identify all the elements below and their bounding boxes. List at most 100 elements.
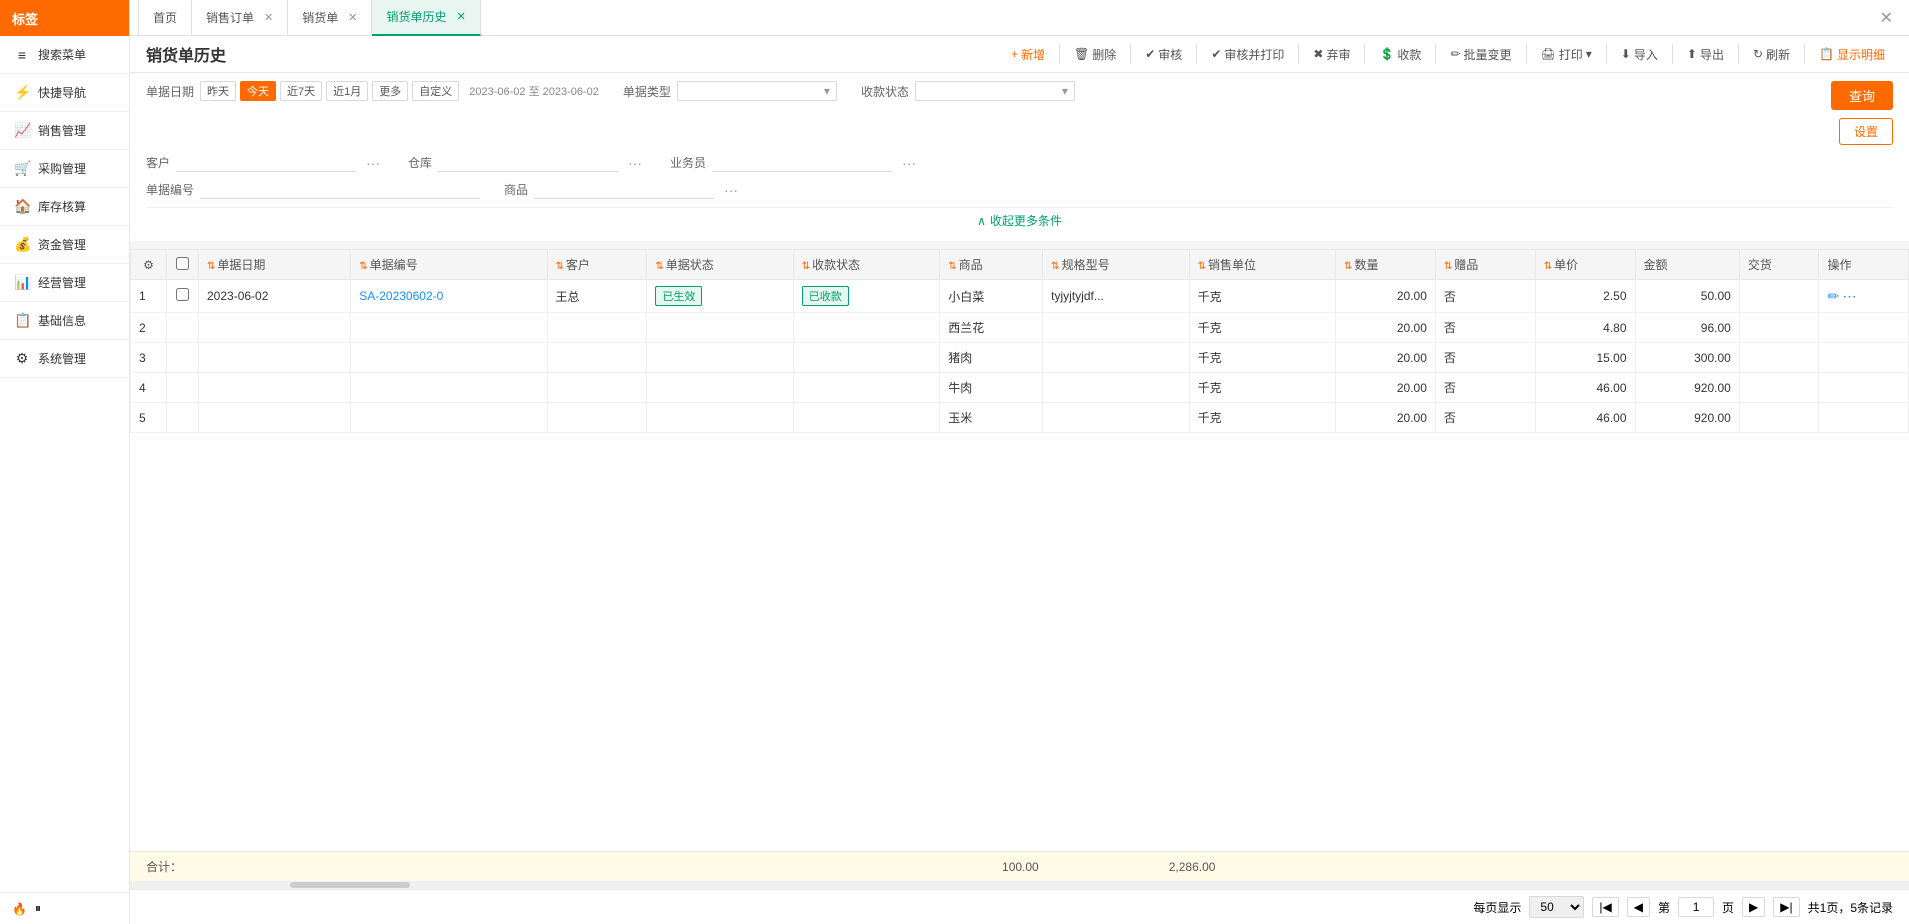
show-detail-button[interactable]: 📋 显示明细 xyxy=(1811,43,1893,66)
row-doc-status xyxy=(647,313,793,343)
date-btn-more[interactable]: 更多 xyxy=(372,81,408,101)
close-tab-sales-history[interactable]: ✕ xyxy=(457,10,466,23)
row-spec: tyjyjtyjdf... xyxy=(1043,280,1189,313)
tab-sales-goods-label: 销货单 xyxy=(302,9,338,26)
sidebar-item-inventory[interactable]: 🏠 库存核算 xyxy=(0,188,129,226)
date-btn-custom[interactable]: 自定义 xyxy=(412,81,459,101)
col-gift[interactable]: ⇅赠品 xyxy=(1435,250,1535,280)
last-page-button[interactable]: ▶| xyxy=(1773,897,1799,917)
doc-type-select[interactable]: ▾ xyxy=(677,81,837,101)
row-checkbox[interactable] xyxy=(167,280,199,313)
tab-sales-history[interactable]: 销货单历史 ✕ xyxy=(372,0,480,36)
col-unit[interactable]: ⇅销售单位 xyxy=(1189,250,1335,280)
row-qty: 20.00 xyxy=(1336,313,1436,343)
scrollbar-thumb[interactable] xyxy=(290,882,410,888)
goods-input[interactable] xyxy=(534,180,714,199)
close-all-tabs[interactable]: ✕ xyxy=(1872,8,1901,28)
sidebar-item-sales[interactable]: 📈 销售管理 xyxy=(0,112,129,150)
export-button[interactable]: ⬆ 导出 xyxy=(1679,43,1732,66)
first-page-button[interactable]: |◀ xyxy=(1592,897,1618,917)
abandon-button[interactable]: ✖ 弃审 xyxy=(1305,43,1358,66)
row-amount: 50.00 xyxy=(1635,280,1739,313)
batch-change-button[interactable]: ✏ 批量变更 xyxy=(1442,43,1519,66)
col-payment-status[interactable]: ⇅收款状态 xyxy=(793,250,939,280)
col-doc-status[interactable]: ⇅单据状态 xyxy=(647,250,793,280)
customer-pick-icon[interactable]: ··· xyxy=(362,155,384,171)
pause-icon[interactable]: ⏸ xyxy=(35,901,41,916)
date-btn-yesterday[interactable]: 昨天 xyxy=(200,81,236,101)
sidebar-item-system[interactable]: ⚙ 系统管理 xyxy=(0,340,129,378)
horizontal-scrollbar[interactable] xyxy=(130,881,1909,889)
row-gift: 否 xyxy=(1435,403,1535,433)
col-doc-no[interactable]: ⇅单据编号 xyxy=(351,250,547,280)
row-doc-no: SA-20230602-0 xyxy=(351,280,547,313)
tab-home[interactable]: 首页 xyxy=(138,0,192,36)
divider xyxy=(1298,44,1299,64)
warehouse-pick-icon[interactable]: ··· xyxy=(624,155,646,171)
tab-sales-order[interactable]: 销售订单 ✕ xyxy=(192,0,288,36)
payment-status-select[interactable]: ▾ xyxy=(915,81,1075,101)
col-goods[interactable]: ⇅商品 xyxy=(940,250,1043,280)
more-action-icon[interactable]: ⋯ xyxy=(1843,288,1857,304)
page-number-input[interactable] xyxy=(1678,897,1714,917)
divider xyxy=(1196,44,1197,64)
prev-page-button[interactable]: ◀ xyxy=(1627,897,1650,917)
col-date[interactable]: ⇅单据日期 xyxy=(199,250,351,280)
sidebar-item-finance[interactable]: 💰 资金管理 xyxy=(0,226,129,264)
col-checkbox[interactable] xyxy=(167,250,199,280)
table-row: 4牛肉千克20.00否46.00920.00 xyxy=(131,373,1909,403)
set-button[interactable]: 设置 xyxy=(1839,118,1893,145)
new-button[interactable]: + 新增 xyxy=(1003,43,1053,66)
print-button[interactable]: 🖨 打印 ▾ xyxy=(1533,43,1600,66)
filter-payment-status: 收款状态 ▾ xyxy=(861,81,1075,101)
collect-button[interactable]: 💲 收款 xyxy=(1371,43,1429,66)
next-page-button[interactable]: ▶ xyxy=(1742,897,1765,917)
goods-pick-icon[interactable]: ··· xyxy=(720,182,742,198)
tab-sales-goods[interactable]: 销货单 ✕ xyxy=(288,0,372,36)
warehouse-input[interactable] xyxy=(438,153,618,172)
salesperson-pick-icon[interactable]: ··· xyxy=(898,155,920,171)
divider xyxy=(1672,44,1673,64)
edit-action-icon[interactable]: ✏ xyxy=(1827,288,1839,304)
doc-type-label: 单据类型 xyxy=(623,83,671,100)
row-checkbox[interactable] xyxy=(167,403,199,433)
query-button[interactable]: 查询 xyxy=(1831,81,1893,110)
row-checkbox[interactable] xyxy=(167,343,199,373)
customer-input[interactable] xyxy=(176,153,356,172)
row-action xyxy=(1819,313,1909,343)
col-price[interactable]: ⇅单价 xyxy=(1535,250,1635,280)
doc-no-input[interactable] xyxy=(200,180,480,199)
import-button[interactable]: ⬇ 导入 xyxy=(1613,43,1666,66)
close-tab-sales-goods[interactable]: ✕ xyxy=(348,11,357,24)
date-btn-today[interactable]: 今天 xyxy=(240,81,276,101)
sidebar-item-search[interactable]: ≡ 搜索菜单 xyxy=(0,36,129,74)
audit-print-button[interactable]: ✔ 审核并打印 xyxy=(1203,43,1292,66)
fire-icon[interactable]: 🔥 xyxy=(12,902,27,916)
col-customer[interactable]: ⇅客户 xyxy=(547,250,647,280)
close-tab-sales-order[interactable]: ✕ xyxy=(264,11,273,24)
salesperson-input[interactable] xyxy=(712,153,892,172)
col-qty[interactable]: ⇅数量 xyxy=(1336,250,1436,280)
sidebar-item-label: 采购管理 xyxy=(38,160,86,177)
doc-no-link[interactable]: SA-20230602-0 xyxy=(359,289,443,303)
row-checkbox[interactable] xyxy=(167,313,199,343)
sidebar-item-ops[interactable]: 📊 经营管理 xyxy=(0,264,129,302)
select-all-checkbox[interactable] xyxy=(176,257,189,270)
batch-icon: ✏ xyxy=(1450,47,1460,61)
audit-button[interactable]: ✔ 审核 xyxy=(1137,43,1190,66)
date-btn-7days[interactable]: 近7天 xyxy=(280,81,322,101)
sidebar-item-basic[interactable]: 📋 基础信息 xyxy=(0,302,129,340)
sidebar-item-quicknav[interactable]: ⚡ 快捷导航 xyxy=(0,74,129,112)
col-spec[interactable]: ⇅规格型号 xyxy=(1043,250,1189,280)
refresh-button[interactable]: ↻ 刷新 xyxy=(1745,43,1798,66)
col-settings[interactable]: ⚙ xyxy=(131,250,167,280)
collapse-conditions[interactable]: ∧ 收起更多条件 xyxy=(146,207,1893,233)
row-checkbox[interactable] xyxy=(167,373,199,403)
sidebar-item-purchase[interactable]: 🛒 采购管理 xyxy=(0,150,129,188)
data-table: ⚙ ⇅单据日期 ⇅单据编号 ⇅客户 ⇅单据状态 ⇅收款状态 ⇅商品 ⇅规格型号 … xyxy=(130,249,1909,433)
delete-button[interactable]: 🗑 删除 xyxy=(1066,43,1124,66)
date-btn-1month[interactable]: 近1月 xyxy=(326,81,368,101)
filter-row-3: 单据编号 商品 ··· xyxy=(146,180,1893,199)
per-page-select[interactable]: 50 100 xyxy=(1529,896,1584,918)
row-trade xyxy=(1739,343,1819,373)
